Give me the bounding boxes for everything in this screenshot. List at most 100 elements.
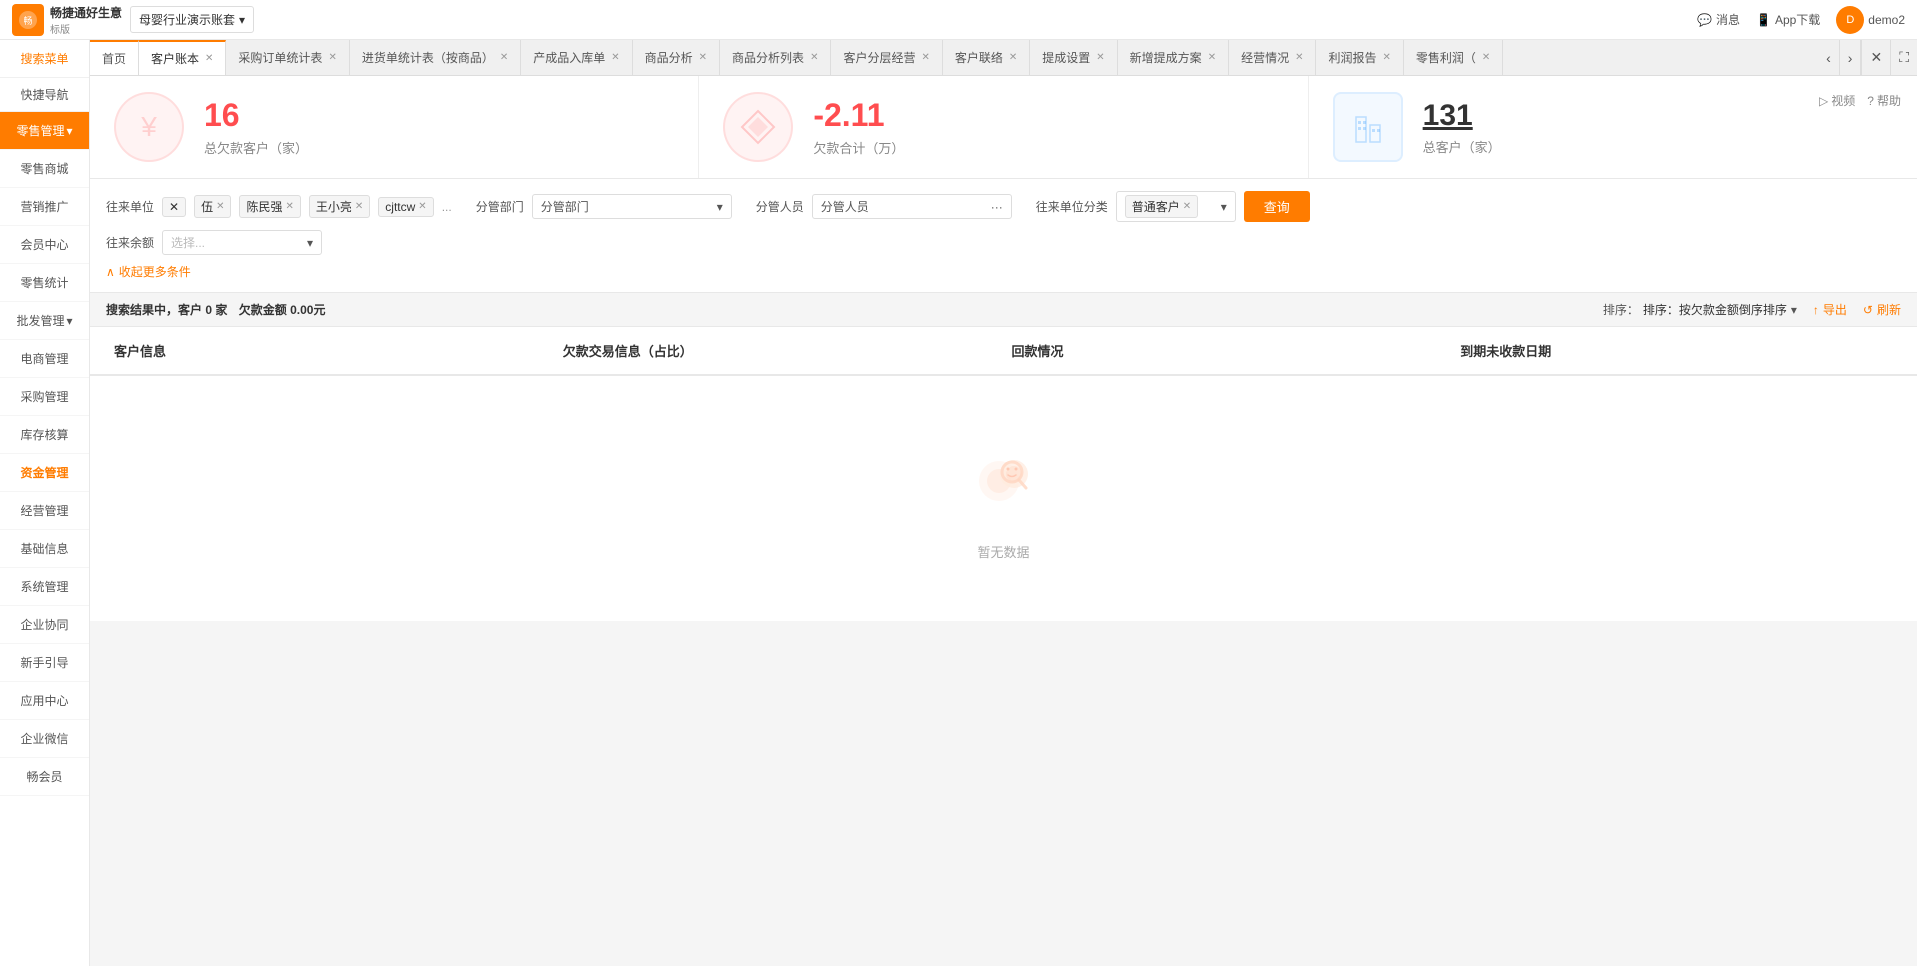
- sidebar-item-app-center[interactable]: 应用中心: [0, 682, 89, 720]
- tab-customer-account-close[interactable]: ✕: [205, 53, 213, 64]
- sidebar-quick-nav[interactable]: 快捷导航: [0, 78, 89, 112]
- video-help-btn[interactable]: ▷ 视频: [1819, 92, 1855, 109]
- tab-customer-segment[interactable]: 客户分层经营 ✕: [831, 40, 942, 76]
- tab-customer-account-label: 客户账本: [151, 50, 199, 67]
- tab-close-all-btn[interactable]: ✕: [1861, 40, 1890, 76]
- sidebar-item-retail-mall[interactable]: 零售商城: [0, 150, 89, 188]
- tab-ops-status[interactable]: 经营情况 ✕: [1229, 40, 1316, 76]
- tab-next-btn[interactable]: ›: [1840, 40, 1862, 76]
- sidebar-search[interactable]: 搜索菜单: [0, 40, 89, 78]
- tab-reminder-settings[interactable]: 提成设置 ✕: [1030, 40, 1117, 76]
- query-btn[interactable]: 查询: [1244, 191, 1310, 222]
- sort-select[interactable]: 排序： 排序：按欠款金额倒序排序 ▾: [1603, 301, 1797, 318]
- tab-purchase-close[interactable]: ✕: [328, 52, 336, 63]
- search-result-unit: 家: [215, 303, 227, 317]
- staff-filter-select[interactable]: 分管人员 ···: [812, 194, 1012, 219]
- sidebar-item-inventory[interactable]: 库存核算: [0, 416, 89, 454]
- tab-home[interactable]: 首页: [90, 40, 139, 76]
- sidebar-item-vip-member[interactable]: 畅会员: [0, 758, 89, 796]
- sidebar-item-corp-wechat[interactable]: 企业微信: [0, 720, 89, 758]
- sidebar-item-corp-collab[interactable]: 企业协同: [0, 606, 89, 644]
- tab-product-analysis-list[interactable]: 商品分析列表 ✕: [720, 40, 831, 76]
- sidebar: 搜索菜单 快捷导航 零售管理 ▾ 零售商城 营销推广 会员中心 零售统计 批发管…: [0, 40, 90, 966]
- question-icon: ?: [1867, 94, 1874, 108]
- sidebar-item-member-center[interactable]: 会员中心: [0, 226, 89, 264]
- filter-more-btn[interactable]: ...: [442, 200, 452, 214]
- sidebar-item-purchase[interactable]: 采购管理: [0, 378, 89, 416]
- table-header-overdue-date: 到期未收款日期: [1452, 337, 1901, 364]
- search-result-debt-prefix: 欠款金额: [239, 303, 287, 317]
- dept-placeholder: 分管部门: [541, 198, 589, 215]
- tab-customer-contact-close[interactable]: ✕: [1009, 52, 1017, 63]
- collapse-btn[interactable]: ∧ 收起更多条件: [106, 263, 1901, 280]
- tab-profit-report[interactable]: 利润报告 ✕: [1316, 40, 1403, 76]
- sidebar-item-batch-mgmt[interactable]: 批发管理 ▾: [0, 302, 89, 340]
- search-result-bar: 搜索结果中，客户 0 家 欠款金额 0.00元 排序： 排序：按欠款金额倒序排序…: [90, 293, 1917, 327]
- tab-product-inbound[interactable]: 产成品入库单 ✕: [521, 40, 632, 76]
- app-download-btn[interactable]: 📱 App下载: [1756, 11, 1820, 28]
- unit-classify-select[interactable]: 普通客户 ✕ ▾: [1116, 191, 1236, 222]
- tab-reminder-settings-close[interactable]: ✕: [1096, 52, 1104, 63]
- tab-profit-report-close[interactable]: ✕: [1383, 52, 1391, 63]
- balance-filter-select[interactable]: 选择... ▾: [162, 230, 322, 255]
- filter-tag-normal-close[interactable]: ✕: [1183, 201, 1191, 212]
- stat-block-total-customers: 131 总客户（家） ▷ 视频 ? 帮助: [1309, 76, 1917, 178]
- tab-inbound-stats[interactable]: 进货单统计表（按商品） ✕: [350, 40, 521, 76]
- tab-retail-profit[interactable]: 零售利润（ ✕: [1404, 40, 1503, 76]
- sidebar-item-finance[interactable]: 资金管理: [0, 454, 89, 492]
- user-area[interactable]: D demo2: [1836, 6, 1905, 34]
- tab-fullscreen-btn[interactable]: ⛶: [1890, 40, 1917, 76]
- tab-product-analysis[interactable]: 商品分析 ✕: [633, 40, 720, 76]
- org-selector[interactable]: 母婴行业演示账套 ▾: [130, 6, 254, 33]
- stat-text-debt-customers: 16 总欠款客户（家）: [204, 97, 308, 157]
- sidebar-item-ecommerce[interactable]: 电商管理: [0, 340, 89, 378]
- refresh-icon: ↺: [1863, 303, 1873, 317]
- collapse-up-icon: ∧: [106, 265, 115, 279]
- sidebar-item-sys-mgmt[interactable]: 系统管理: [0, 568, 89, 606]
- stat-number-total-customers: 131: [1423, 99, 1501, 133]
- sidebar-item-new-guide[interactable]: 新手引导: [0, 644, 89, 682]
- sidebar-item-basic-info[interactable]: 基础信息: [0, 530, 89, 568]
- tab-product-inbound-close[interactable]: ✕: [611, 52, 619, 63]
- tab-purchase-order-label: 采购订单统计表: [238, 49, 322, 66]
- tab-purchase-order-stats[interactable]: 采购订单统计表 ✕: [226, 40, 349, 76]
- sidebar-item-retail-mgmt[interactable]: 零售管理 ▾: [0, 112, 89, 150]
- stat-label-debt-customers: 总欠款客户（家）: [204, 138, 308, 157]
- dept-dropdown-icon: ▾: [717, 200, 723, 214]
- content-area: 首页 客户账本 ✕ 采购订单统计表 ✕ 进货单统计表（按商品） ✕ 产成品入库单…: [90, 40, 1917, 966]
- unit-classify-label: 往来单位分类: [1036, 198, 1108, 215]
- tab-retail-profit-label: 零售利润（: [1416, 49, 1476, 66]
- search-result-prefix: 搜索结果中，客户: [106, 303, 202, 317]
- tab-inbound-close[interactable]: ✕: [500, 52, 508, 63]
- sidebar-item-ops-mgmt[interactable]: 经营管理: [0, 492, 89, 530]
- tab-product-analysis-list-close[interactable]: ✕: [810, 52, 818, 63]
- filter-tag-wang-close[interactable]: ✕: [355, 201, 363, 212]
- sidebar-item-marketing[interactable]: 营销推广: [0, 188, 89, 226]
- tab-prev-btn[interactable]: ‹: [1818, 40, 1840, 76]
- sidebar-item-retail-mgmt-inner: 零售管理 ▾: [8, 122, 81, 139]
- sidebar-item-retail-stats[interactable]: 零售统计: [0, 264, 89, 302]
- help-btn[interactable]: ? 帮助: [1867, 92, 1901, 109]
- tab-customer-segment-close[interactable]: ✕: [921, 52, 929, 63]
- tab-retail-profit-close[interactable]: ✕: [1482, 52, 1490, 63]
- export-label: 导出: [1823, 301, 1847, 318]
- export-btn[interactable]: ↑ 导出: [1813, 301, 1847, 318]
- tab-new-reminder-close[interactable]: ✕: [1208, 52, 1216, 63]
- stat-circle-red: ¥: [114, 92, 184, 162]
- message-btn[interactable]: 💬 消息: [1697, 11, 1740, 28]
- tab-bar: 首页 客户账本 ✕ 采购订单统计表 ✕ 进货单统计表（按商品） ✕ 产成品入库单…: [90, 40, 1917, 76]
- dept-filter-select[interactable]: 分管部门 ▾: [532, 194, 732, 219]
- filter-tag-cjttcw-close[interactable]: ✕: [418, 201, 426, 212]
- filter-tag-wu-close[interactable]: ✕: [216, 201, 224, 212]
- tab-customer-contact[interactable]: 客户联络 ✕: [943, 40, 1030, 76]
- tab-ops-status-close[interactable]: ✕: [1295, 52, 1303, 63]
- tab-product-analysis-close[interactable]: ✕: [699, 52, 707, 63]
- filter-tag-chen-close[interactable]: ✕: [286, 201, 294, 212]
- tab-customer-account[interactable]: 客户账本 ✕: [139, 40, 226, 76]
- table-header-debt-info: 欠款交易信息（占比）: [555, 337, 1004, 364]
- staff-more-btn[interactable]: ···: [991, 200, 1003, 214]
- tab-new-reminder[interactable]: 新增提成方案 ✕: [1118, 40, 1229, 76]
- refresh-btn[interactable]: ↺ 刷新: [1863, 301, 1901, 318]
- logo-area: 畅 畅捷通好生意 标版: [12, 4, 122, 36]
- stats-row: ¥ 16 总欠款客户（家） -2.11 欠款合计（万）: [90, 76, 1917, 179]
